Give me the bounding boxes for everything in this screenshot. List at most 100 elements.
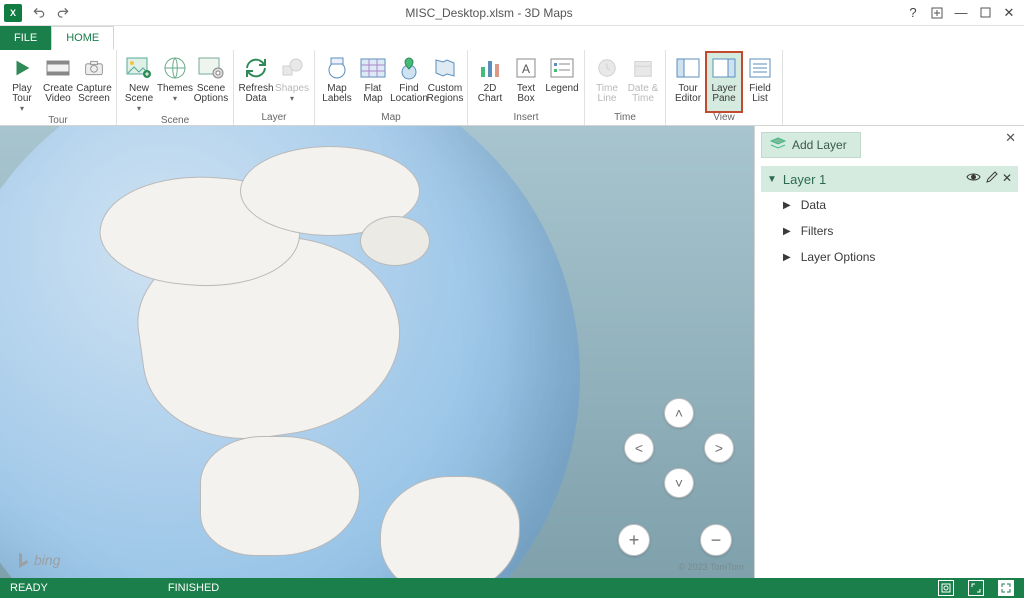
- group-map: Map Labels Flat Map Find Location Custom…: [315, 50, 468, 125]
- maximize-button[interactable]: [976, 4, 994, 22]
- ribbon-options-button[interactable]: [928, 4, 946, 22]
- group-insert: 2D Chart A Text Box Legend Insert: [468, 50, 585, 125]
- play-tour-button[interactable]: Play Tour▾: [4, 52, 40, 115]
- collapse-icon: ▼: [767, 174, 777, 185]
- rotate-right-button[interactable]: ˃: [704, 433, 734, 463]
- zoom-controls: + −: [618, 524, 732, 556]
- group-layer: Refresh Data Shapes▾ Layer: [234, 50, 315, 125]
- zoom-out-button[interactable]: −: [700, 524, 732, 556]
- new-scene-button[interactable]: New Scene▾: [121, 52, 157, 115]
- group-time: Time Line Date & Time Time: [585, 50, 666, 125]
- chevron-down-icon: ▾: [290, 95, 294, 103]
- layers-plus-icon: [770, 137, 786, 154]
- zoom-in-button[interactable]: +: [618, 524, 650, 556]
- globe: [0, 126, 580, 578]
- list-icon: [745, 54, 775, 82]
- legend-icon: [547, 54, 577, 82]
- refresh-icon: [241, 54, 271, 82]
- globe-icon: [160, 54, 190, 82]
- chevron-down-icon: ▾: [20, 105, 24, 113]
- play-icon: [7, 54, 37, 82]
- pin-icon: [394, 54, 424, 82]
- find-location-button[interactable]: Find Location: [391, 52, 427, 112]
- picture-gear-icon: [196, 54, 226, 82]
- tour-editor-button[interactable]: Tour Editor: [670, 52, 706, 112]
- panel-left-icon: [673, 54, 703, 82]
- status-ready: READY: [10, 582, 48, 594]
- nav-cluster: ˄ ˂ ˃ ˅: [624, 398, 734, 508]
- layer-header[interactable]: ▼ Layer 1 ✕: [761, 166, 1018, 192]
- rotate-left-button[interactable]: ˂: [624, 433, 654, 463]
- status-bar: READY FINISHED: [0, 578, 1024, 598]
- camera-icon: [79, 54, 109, 82]
- close-button[interactable]: ✕: [1000, 4, 1018, 22]
- time-line-button[interactable]: Time Line: [589, 52, 625, 112]
- field-list-button[interactable]: Field List: [742, 52, 778, 112]
- label-globe-icon: [322, 54, 352, 82]
- tab-home[interactable]: HOME: [51, 26, 114, 50]
- shapes-icon: [277, 54, 307, 82]
- shapes-button[interactable]: Shapes▾: [274, 52, 310, 112]
- workspace: bing ˄ ˂ ˃ ˅ + − © 2023 TomTom ✕ Add Lay…: [0, 126, 1024, 578]
- capture-screen-button[interactable]: Capture Screen: [76, 52, 112, 115]
- section-data[interactable]: ▶ Data: [761, 192, 1018, 218]
- svg-text:A: A: [522, 62, 530, 76]
- create-video-button[interactable]: Create Video: [40, 52, 76, 115]
- group-label: Time: [614, 112, 636, 125]
- redo-button[interactable]: [52, 2, 74, 24]
- expand-icon: ▶: [783, 200, 791, 211]
- group-view: Tour Editor Layer Pane Field List View: [666, 50, 783, 125]
- status-finished: FINISHED: [168, 582, 219, 594]
- layer-pane: ✕ Add Layer ▼ Layer 1 ✕ ▶ Data: [754, 126, 1024, 578]
- title-bar: X MISC_Desktop.xlsm - 3D Maps ? — ✕: [0, 0, 1024, 26]
- view-fit-icon[interactable]: [968, 580, 984, 596]
- chevron-down-icon: ▾: [173, 95, 177, 103]
- 2d-chart-button[interactable]: 2D Chart: [472, 52, 508, 112]
- tab-file[interactable]: FILE: [0, 26, 51, 50]
- map-labels-button[interactable]: Map Labels: [319, 52, 355, 112]
- help-button[interactable]: ?: [904, 4, 922, 22]
- delete-icon[interactable]: ✕: [1002, 171, 1012, 187]
- group-scene: New Scene▾ Themes▾ Scene Options Scene: [117, 50, 234, 125]
- flat-map-button[interactable]: Flat Map: [355, 52, 391, 112]
- bing-logo: bing: [16, 552, 60, 568]
- view-full-icon[interactable]: [998, 580, 1014, 596]
- calendar-icon: [628, 54, 658, 82]
- expand-icon: ▶: [783, 252, 791, 263]
- section-filters[interactable]: ▶ Filters: [761, 218, 1018, 244]
- video-icon: [43, 54, 73, 82]
- group-tour: Play Tour▾ Create Video Capture Screen T…: [0, 50, 117, 125]
- tilt-up-button[interactable]: ˄: [664, 398, 694, 428]
- group-label: Insert: [513, 112, 538, 125]
- panel-right-icon: [709, 54, 739, 82]
- textbox-icon: A: [511, 54, 541, 82]
- chart-icon: [475, 54, 505, 82]
- legend-button[interactable]: Legend: [544, 52, 580, 112]
- layer-name: Layer 1: [783, 172, 826, 187]
- tilt-down-button[interactable]: ˅: [664, 468, 694, 498]
- pane-close-button[interactable]: ✕: [1005, 130, 1016, 146]
- refresh-data-button[interactable]: Refresh Data: [238, 52, 274, 112]
- excel-logo-icon: X: [4, 4, 22, 22]
- scene-options-button[interactable]: Scene Options: [193, 52, 229, 115]
- text-box-button[interactable]: A Text Box: [508, 52, 544, 112]
- tab-strip: FILE HOME: [0, 26, 1024, 50]
- date-time-button[interactable]: Date & Time: [625, 52, 661, 112]
- undo-button[interactable]: [28, 2, 50, 24]
- section-layer-options[interactable]: ▶ Layer Options: [761, 244, 1018, 270]
- expand-icon: ▶: [783, 226, 791, 237]
- group-label: Layer: [261, 112, 286, 125]
- themes-button[interactable]: Themes▾: [157, 52, 193, 115]
- map-view[interactable]: bing ˄ ˂ ˃ ˅ + − © 2023 TomTom: [0, 126, 754, 578]
- map-copyright: © 2023 TomTom: [679, 562, 745, 572]
- custom-regions-button[interactable]: Custom Regions: [427, 52, 463, 112]
- ribbon: Play Tour▾ Create Video Capture Screen T…: [0, 50, 1024, 126]
- minimize-button[interactable]: —: [952, 4, 970, 22]
- picture-plus-icon: [124, 54, 154, 82]
- add-layer-button[interactable]: Add Layer: [761, 132, 861, 158]
- chevron-down-icon: ▾: [137, 105, 141, 113]
- view-normal-icon[interactable]: [938, 580, 954, 596]
- visibility-icon[interactable]: [966, 171, 981, 187]
- rename-icon[interactable]: [985, 171, 998, 187]
- layer-pane-button[interactable]: Layer Pane: [706, 52, 742, 112]
